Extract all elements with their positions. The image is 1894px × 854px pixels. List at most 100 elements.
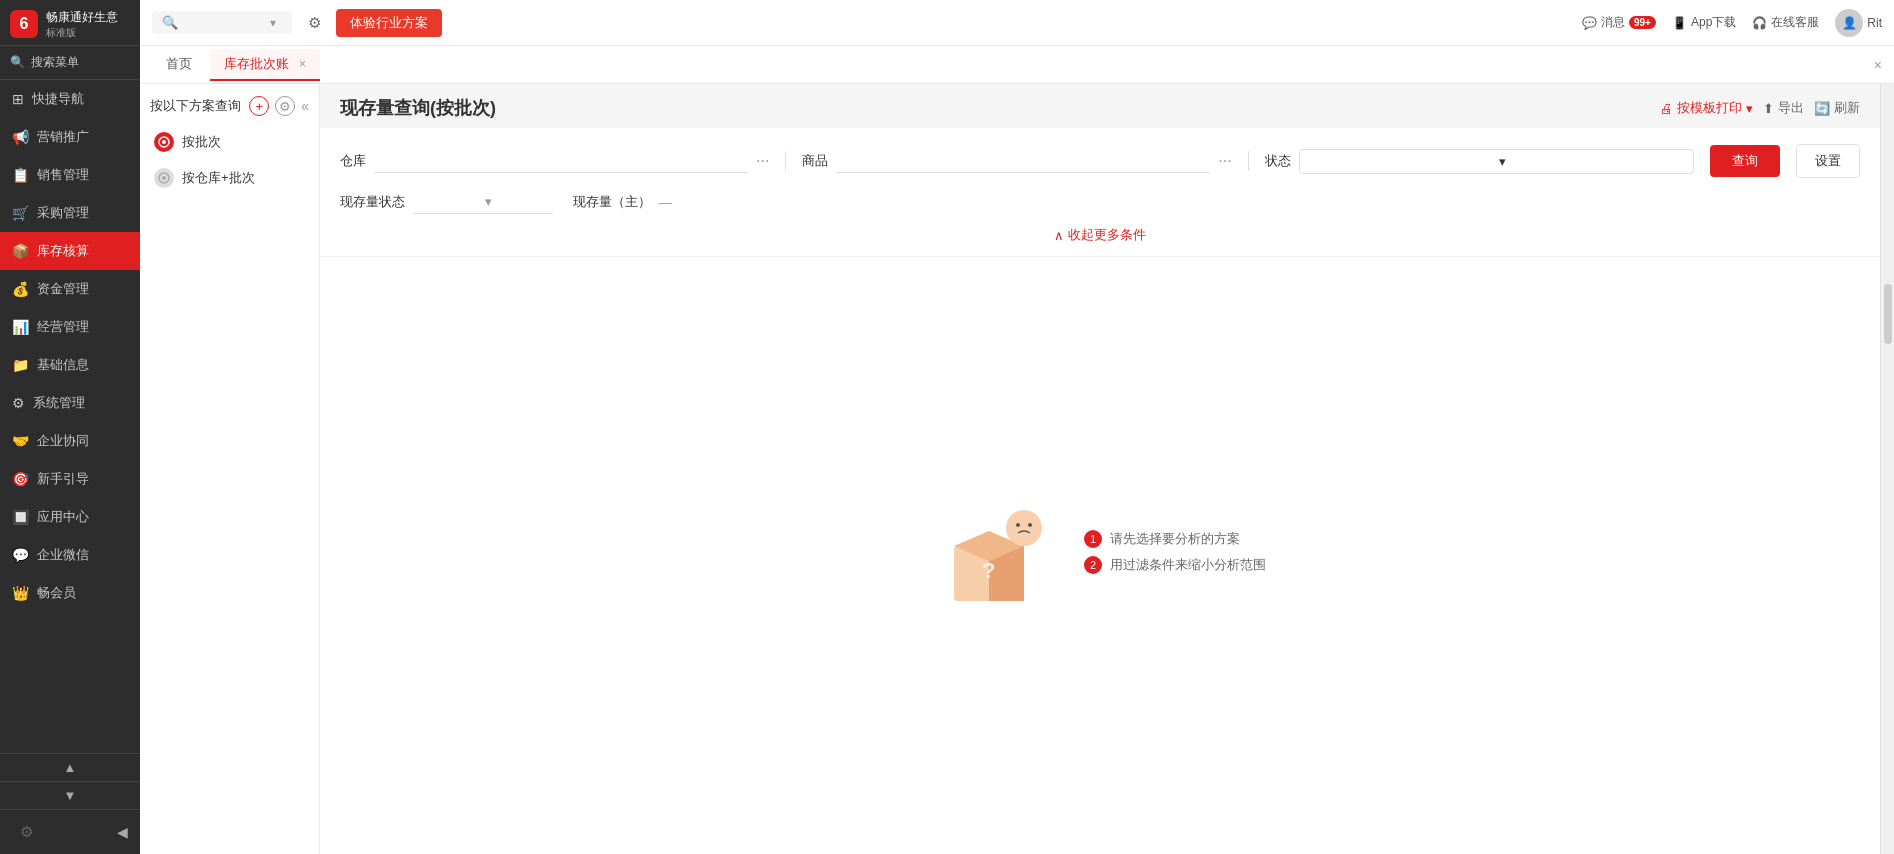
tip-num-2: 2 [1084,556,1102,574]
sidebar-collapse-btn[interactable]: ◀ [117,824,128,840]
content-area: 按以下方案查询 + ⚙ « 按批次 按仓库+批次 [140,84,1894,854]
sidebar-item-guide[interactable]: 🎯 新手引导 [0,460,140,498]
svg-point-9 [1028,523,1032,527]
apps-icon: 🔲 [12,509,29,525]
stock-status-select[interactable]: ▾ [413,190,553,214]
empty-illustration: ? [934,496,1054,616]
empty-state: ? 1 请先选择要分析的方案 2 用过滤条件来缩小分析范围 [320,257,1880,854]
stock-qty-label: 现存量（主） [573,193,651,211]
member-icon: 👑 [12,585,29,601]
sidebar-item-basic[interactable]: 📁 基础信息 [0,346,140,384]
sidebar-item-enterprise[interactable]: 🤝 企业协同 [0,422,140,460]
filter-product-group: 商品 ··· [802,149,1231,173]
product-label: 商品 [802,152,828,170]
empty-tip-1: 1 请先选择要分析的方案 [1084,530,1266,548]
print-dropdown-icon[interactable]: ▾ [1746,101,1753,116]
svg-point-7 [1006,510,1042,546]
sidebar-item-wechat[interactable]: 💬 企业微信 [0,536,140,574]
online-service-btn[interactable]: 🎧 在线客服 [1752,14,1819,31]
print-button[interactable]: 🖨 按模板打印 ▾ [1660,99,1753,117]
sidebar-item-finance[interactable]: 💰 资金管理 [0,270,140,308]
sidebar-search[interactable]: 🔍 搜索菜单 [0,46,140,80]
scheme-panel-collapse-btn[interactable]: « [301,98,309,114]
app-download-btn[interactable]: 📱 App下载 [1672,14,1736,31]
print-icon: 🖨 [1660,101,1673,116]
sidebar-footer: ⚙ ◀ [0,809,140,854]
sales-icon: 📋 [12,167,29,183]
topbar-search-dropdown-icon[interactable]: ▾ [270,16,276,30]
topbar-left: 🔍 ▾ ⚙ 体验行业方案 [152,9,1574,37]
right-scrollbar[interactable] [1880,84,1894,854]
status-select[interactable]: ▾ [1299,149,1694,174]
stock-qty-dash: — [659,195,672,210]
scheme-settings-btn[interactable]: ⚙ [275,96,295,116]
user-profile-btn[interactable]: 👤 Rit [1835,9,1882,37]
tip-num-1: 1 [1084,530,1102,548]
filter-stock-status-group: 现存量状态 ▾ [340,190,553,214]
page-actions: 🖨 按模板打印 ▾ ⬆ 导出 🔄 刷新 [1660,99,1860,117]
svg-text:?: ? [982,558,995,583]
tabs-bar: 首页 库存批次账 × × [140,46,1894,84]
tab-inventory-batch[interactable]: 库存批次账 × [210,49,320,81]
sidebar-scroll-up[interactable]: ▲ [0,753,140,781]
scheme-icon-by-batch [154,132,174,152]
refresh-icon: 🔄 [1814,101,1830,116]
filter-divider-2 [1248,151,1249,171]
sidebar-item-system[interactable]: ⚙ 系统管理 [0,384,140,422]
warehouse-input[interactable] [374,149,748,173]
filter-status-group: 状态 ▾ [1265,149,1694,174]
topbar-settings-btn[interactable]: ⚙ [300,9,328,37]
empty-svg: ? [934,496,1054,616]
warehouse-more-icon[interactable]: ··· [756,152,769,170]
sidebar-scroll-down[interactable]: ▼ [0,781,140,809]
topbar-search-input[interactable] [184,16,264,30]
scheme-item-by-batch[interactable]: 按批次 [140,124,319,160]
product-more-icon[interactable]: ··· [1218,152,1231,170]
sidebar-item-purchase[interactable]: 🛒 采购管理 [0,194,140,232]
system-icon: ⚙ [12,395,25,411]
filter-stock-qty-group: 现存量（主） — [573,193,672,211]
inventory-icon: 📦 [12,243,29,259]
refresh-button[interactable]: 🔄 刷新 [1814,99,1860,117]
sidebar-item-sales[interactable]: 📋 销售管理 [0,156,140,194]
sidebar-header: 6 畅康通好生意 标准版 [0,0,140,46]
stock-status-label: 现存量状态 [340,193,405,211]
add-scheme-btn[interactable]: + [249,96,269,116]
sidebar-item-apps[interactable]: 🔲 应用中心 [0,498,140,536]
main-area: 🔍 ▾ ⚙ 体验行业方案 💬 消息 99+ 📱 App下载 🎧 在线客服 [140,0,1894,854]
sidebar-item-member[interactable]: 👑 畅会员 [0,574,140,612]
search-icon: 🔍 [10,55,25,69]
sidebar-item-inventory[interactable]: 📦 库存核算 [0,232,140,270]
svg-point-8 [1016,523,1020,527]
sidebar-item-quick-nav[interactable]: ⊞ 快捷导航 [0,80,140,118]
sidebar: 6 畅康通好生意 标准版 🔍 搜索菜单 ⊞ 快捷导航 📢 营销推广 📋 销售管理… [0,0,140,854]
topbar: 🔍 ▾ ⚙ 体验行业方案 💬 消息 99+ 📱 App下载 🎧 在线客服 [140,0,1894,46]
scheme-item-by-warehouse-batch[interactable]: 按仓库+批次 [140,160,319,196]
purchase-icon: 🛒 [12,205,29,221]
export-icon: ⬆ [1763,101,1774,116]
phone-icon: 📱 [1672,16,1687,30]
empty-tips: 1 请先选择要分析的方案 2 用过滤条件来缩小分析范围 [1084,530,1266,582]
tab-home[interactable]: 首页 [152,49,206,81]
export-button[interactable]: ⬆ 导出 [1763,99,1804,117]
empty-tip-2: 2 用过滤条件来缩小分析范围 [1084,556,1266,574]
tabs-close-right-icon[interactable]: × [1874,57,1882,73]
tab-close-icon[interactable]: × [299,57,306,71]
topbar-search-box[interactable]: 🔍 ▾ [152,11,292,34]
topbar-search-icon: 🔍 [162,15,178,30]
marketing-icon: 📢 [12,129,29,145]
experience-industry-button[interactable]: 体验行业方案 [336,9,442,37]
operation-icon: 📊 [12,319,29,335]
messages-btn[interactable]: 💬 消息 99+ [1582,14,1656,31]
product-input[interactable] [836,149,1210,173]
collapse-filter-row[interactable]: ∧ 收起更多条件 [340,222,1860,248]
guide-icon: 🎯 [12,471,29,487]
sidebar-item-operation[interactable]: 📊 经营管理 [0,308,140,346]
sidebar-nav: ⊞ 快捷导航 📢 营销推广 📋 销售管理 🛒 采购管理 📦 库存核算 💰 资金管… [0,80,140,753]
sidebar-settings-icon[interactable]: ⚙ [12,818,40,846]
collapse-label: 收起更多条件 [1068,226,1146,244]
filter-settings-button[interactable]: 设置 [1796,144,1860,178]
sidebar-item-marketing[interactable]: 📢 营销推广 [0,118,140,156]
query-button[interactable]: 查询 [1710,145,1780,177]
enterprise-icon: 🤝 [12,433,29,449]
